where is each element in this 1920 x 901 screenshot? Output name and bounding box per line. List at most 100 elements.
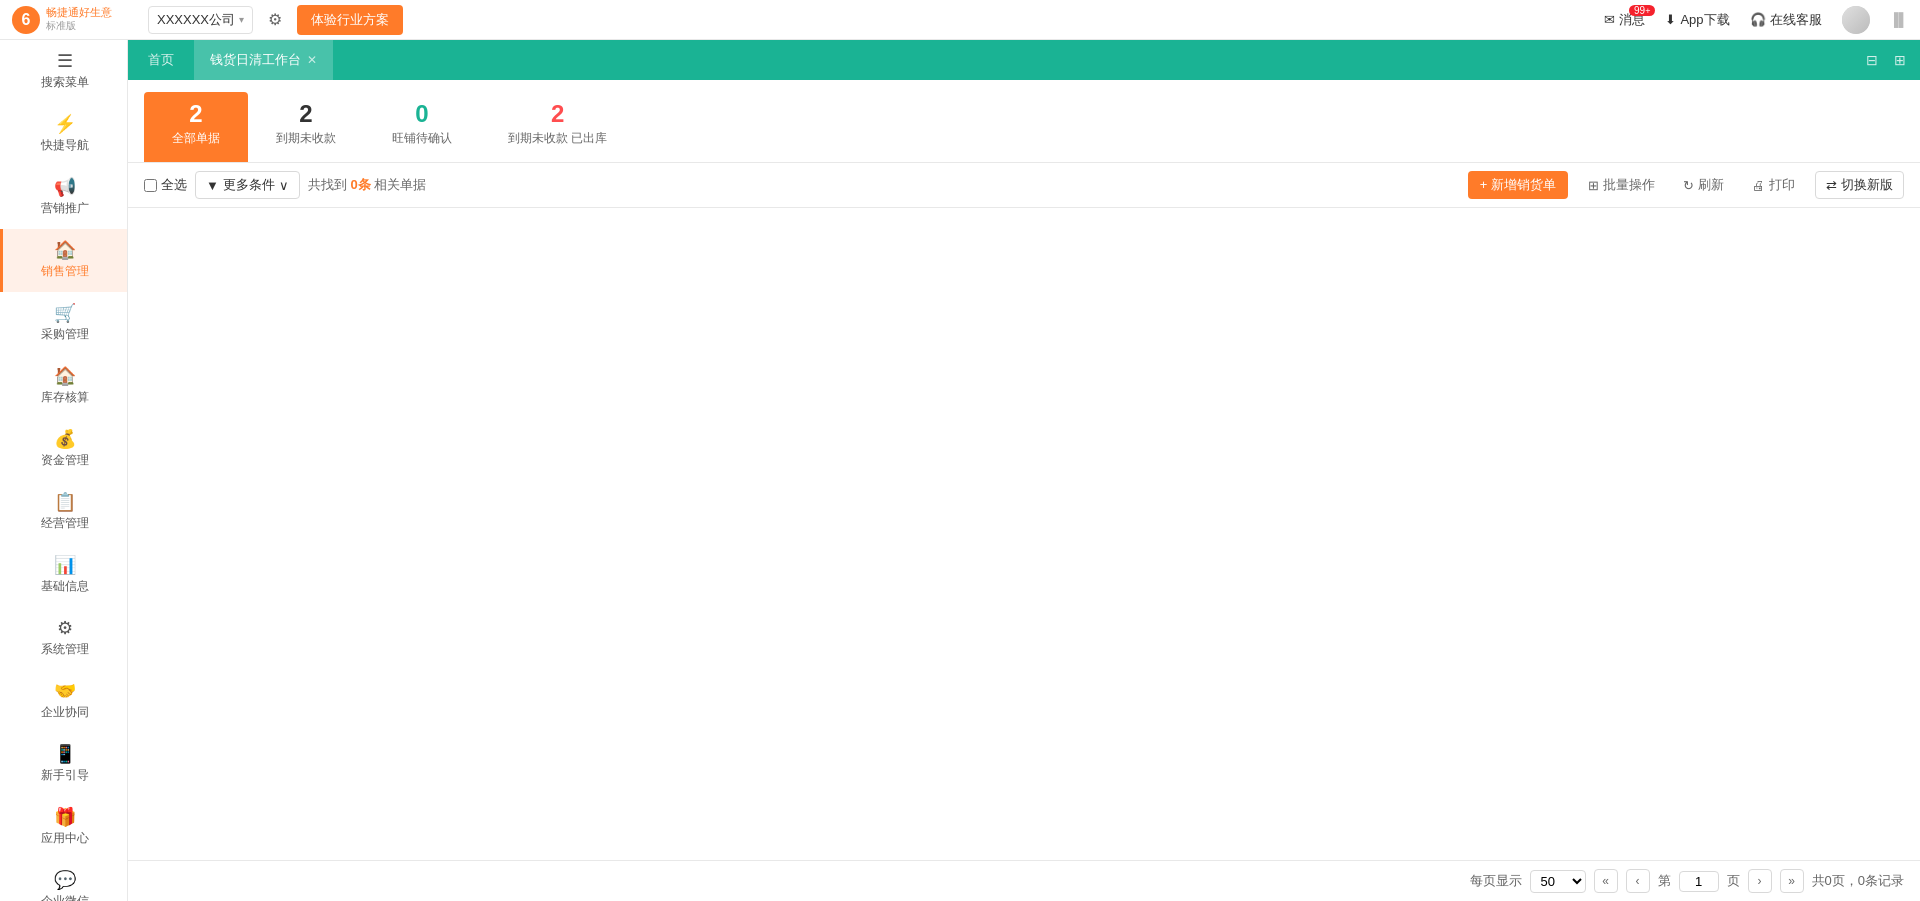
download-icon: ⬇ bbox=[1665, 12, 1676, 27]
sidebar-item-wechat[interactable]: 💬 企业微信 bbox=[0, 859, 127, 901]
tab-close-icon[interactable]: ✕ bbox=[307, 53, 317, 67]
sidebar-item-finance[interactable]: 💰 资金管理 bbox=[0, 418, 127, 481]
summary-card-wangpu[interactable]: 0 旺铺待确认 bbox=[364, 92, 480, 162]
page-label: 第 bbox=[1658, 872, 1671, 890]
user-name[interactable]: ▐▌ bbox=[1890, 12, 1908, 27]
message-icon: ✉ bbox=[1604, 12, 1615, 27]
sidebar-item-label: 应用中心 bbox=[41, 830, 89, 847]
app-download-button[interactable]: ⬇ App下载 bbox=[1665, 11, 1729, 29]
page-number-input[interactable] bbox=[1679, 871, 1719, 892]
switch-version-button[interactable]: ⇄ 切换新版 bbox=[1815, 171, 1904, 199]
toolbar-left: 全选 ▼ 更多条件 ∨ 共找到 0条 相关单据 bbox=[144, 171, 1460, 199]
select-all-input[interactable] bbox=[144, 179, 157, 192]
filter-icon: ▼ bbox=[206, 178, 219, 193]
nav-tabs-bar: 首页 钱货日清工作台 ✕ ⊟ ⊞ bbox=[128, 40, 1920, 80]
search-menu-icon: ☰ bbox=[57, 52, 73, 70]
logo-text: 畅捷通好生意 bbox=[46, 6, 112, 19]
found-count: 0条 bbox=[351, 177, 371, 192]
summary-card-overdue[interactable]: 2 到期未收款 bbox=[248, 92, 364, 162]
sidebar-item-label: 快捷导航 bbox=[41, 137, 89, 154]
batch-operation-button[interactable]: ⊞ 批量操作 bbox=[1580, 172, 1663, 198]
page-label-end: 页 bbox=[1727, 872, 1740, 890]
summary-card-unshipped[interactable]: 2 到期未收款 已出库 bbox=[480, 92, 635, 162]
sidebar: ☰ 搜索菜单 ⚡ 快捷导航 📢 营销推广 🏠 销售管理 🛒 采购管理 🏠 库存核… bbox=[0, 40, 128, 901]
logo-area: 6 畅捷通好生意 标准版 bbox=[12, 6, 140, 34]
filter-label: 更多条件 bbox=[223, 176, 275, 194]
card-unshipped-number: 2 bbox=[551, 100, 564, 128]
select-all-label: 全选 bbox=[161, 176, 187, 194]
company-selector[interactable]: XXXXXX公司 ▾ bbox=[148, 6, 253, 34]
sidebar-item-operation[interactable]: 📋 经营管理 bbox=[0, 481, 127, 544]
toolbar: 全选 ▼ 更多条件 ∨ 共找到 0条 相关单据 + 新增销货单 bbox=[128, 163, 1920, 208]
online-service-label: 在线客服 bbox=[1770, 11, 1822, 29]
refresh-button[interactable]: ↻ 刷新 bbox=[1675, 172, 1732, 198]
user-avatar[interactable] bbox=[1842, 6, 1870, 34]
cooperation-icon: 🤝 bbox=[54, 682, 76, 700]
table-area bbox=[128, 208, 1920, 860]
sidebar-item-quick-nav[interactable]: ⚡ 快捷导航 bbox=[0, 103, 127, 166]
online-service-button[interactable]: 🎧 在线客服 bbox=[1750, 11, 1822, 29]
maximize-window-icon[interactable]: ⊞ bbox=[1888, 48, 1912, 72]
page-size-label: 每页显示 bbox=[1470, 872, 1522, 890]
sidebar-item-marketing[interactable]: 📢 营销推广 bbox=[0, 166, 127, 229]
message-button[interactable]: ✉ 消息 99 bbox=[1604, 11, 1645, 29]
company-chevron-icon: ▾ bbox=[239, 14, 244, 25]
switch-icon: ⇄ bbox=[1826, 178, 1837, 193]
system-icon: ⚙ bbox=[57, 619, 73, 637]
sidebar-item-app-center[interactable]: 🎁 应用中心 bbox=[0, 796, 127, 859]
total-records: 共0页，0条记录 bbox=[1812, 872, 1904, 890]
batch-icon: ⊞ bbox=[1588, 178, 1599, 193]
logo-sub: 标准版 bbox=[46, 19, 112, 33]
print-button[interactable]: 🖨 打印 bbox=[1744, 172, 1803, 198]
card-unshipped-label: 到期未收款 已出库 bbox=[508, 130, 607, 147]
select-all-checkbox[interactable]: 全选 bbox=[144, 176, 187, 194]
sidebar-item-sales[interactable]: 🏠 销售管理 bbox=[0, 229, 127, 292]
card-all-label: 全部单据 bbox=[172, 130, 220, 147]
sidebar-item-label: 资金管理 bbox=[41, 452, 89, 469]
cashflow-tab-label: 钱货日清工作台 bbox=[210, 51, 301, 69]
sidebar-item-label: 系统管理 bbox=[41, 641, 89, 658]
sidebar-item-label: 库存核算 bbox=[41, 389, 89, 406]
finance-icon: 💰 bbox=[54, 430, 76, 448]
basic-info-icon: 📊 bbox=[54, 556, 76, 574]
app-center-icon: 🎁 bbox=[54, 808, 76, 826]
sidebar-item-purchase[interactable]: 🛒 采购管理 bbox=[0, 292, 127, 355]
add-sales-button[interactable]: + 新增销货单 bbox=[1468, 171, 1568, 199]
top-bar: 6 畅捷通好生意 标准版 XXXXXX公司 ▾ ⚙ 体验行业方案 ✉ 消息 99… bbox=[0, 0, 1920, 40]
prev-page-button[interactable]: ‹ bbox=[1626, 869, 1650, 893]
guide-icon: 📱 bbox=[54, 745, 76, 763]
sidebar-item-inventory[interactable]: 🏠 库存核算 bbox=[0, 355, 127, 418]
summary-cards: 2 全部单据 2 到期未收款 0 旺铺待确认 2 到期未收款 已出库 bbox=[128, 80, 1920, 163]
summary-card-all[interactable]: 2 全部单据 bbox=[144, 92, 248, 162]
sidebar-item-cooperation[interactable]: 🤝 企业协同 bbox=[0, 670, 127, 733]
sidebar-item-label: 采购管理 bbox=[41, 326, 89, 343]
tab-home[interactable]: 首页 bbox=[128, 40, 194, 80]
sidebar-item-system[interactable]: ⚙ 系统管理 bbox=[0, 607, 127, 670]
quick-nav-icon: ⚡ bbox=[54, 115, 76, 133]
sidebar-item-label: 销售管理 bbox=[41, 263, 89, 280]
last-page-button[interactable]: » bbox=[1780, 869, 1804, 893]
sidebar-item-label: 新手引导 bbox=[41, 767, 89, 784]
experience-button[interactable]: 体验行业方案 bbox=[297, 5, 403, 35]
company-name: XXXXXX公司 bbox=[157, 11, 235, 29]
card-wangpu-number: 0 bbox=[415, 100, 428, 128]
settings-button[interactable]: ⚙ bbox=[261, 6, 289, 34]
sidebar-item-basic-info[interactable]: 📊 基础信息 bbox=[0, 544, 127, 607]
sidebar-item-search-menu[interactable]: ☰ 搜索菜单 bbox=[0, 40, 127, 103]
card-overdue-label: 到期未收款 bbox=[276, 130, 336, 147]
tab-cashflow[interactable]: 钱货日清工作台 ✕ bbox=[194, 40, 333, 80]
filter-button[interactable]: ▼ 更多条件 ∨ bbox=[195, 171, 300, 199]
sidebar-item-guide[interactable]: 📱 新手引导 bbox=[0, 733, 127, 796]
batch-label: 批量操作 bbox=[1603, 176, 1655, 194]
wechat-icon: 💬 bbox=[54, 871, 76, 889]
next-page-button[interactable]: › bbox=[1748, 869, 1772, 893]
minimize-window-icon[interactable]: ⊟ bbox=[1860, 48, 1884, 72]
first-page-button[interactable]: « bbox=[1594, 869, 1618, 893]
page-size-select[interactable]: 20 50 100 bbox=[1530, 870, 1586, 893]
gear-icon: ⚙ bbox=[268, 10, 282, 29]
sidebar-item-label: 经营管理 bbox=[41, 515, 89, 532]
found-text: 共找到 0条 相关单据 bbox=[308, 176, 426, 194]
message-badge: 99 bbox=[1629, 5, 1655, 16]
inventory-icon: 🏠 bbox=[54, 367, 76, 385]
card-wangpu-label: 旺铺待确认 bbox=[392, 130, 452, 147]
